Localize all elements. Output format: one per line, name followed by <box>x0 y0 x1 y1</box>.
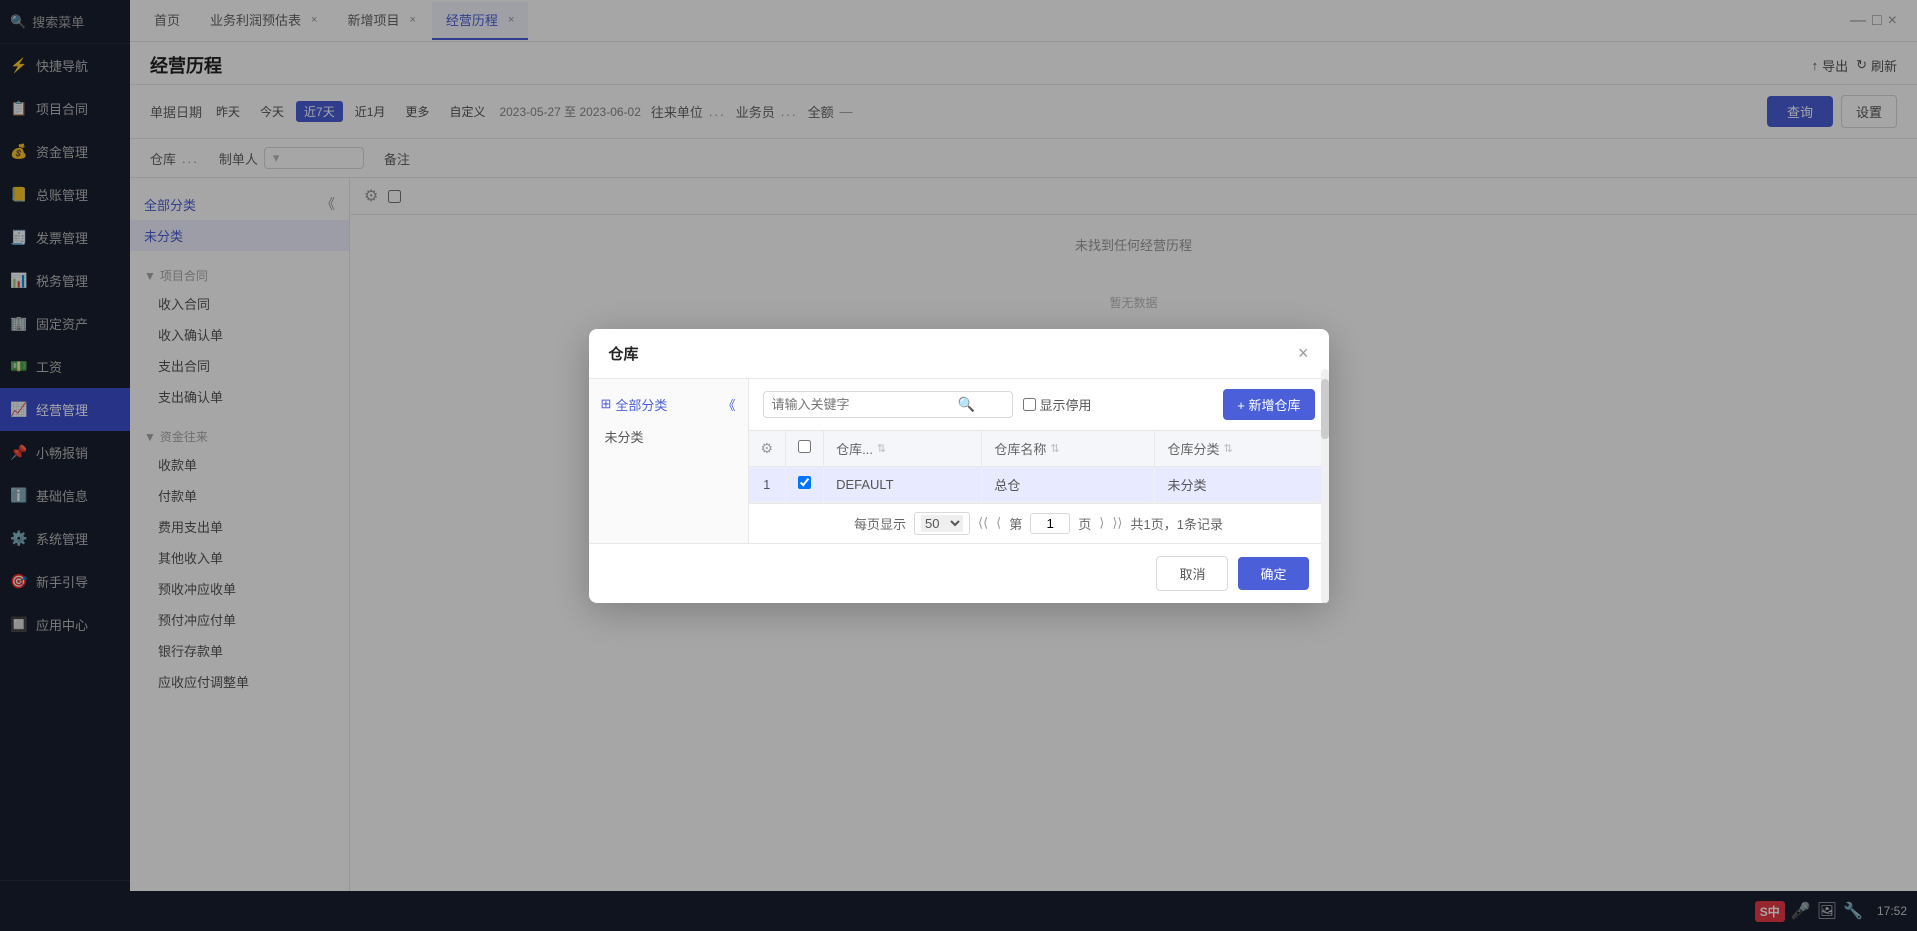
modal-prev-btn[interactable]: ⟨ <box>996 515 1001 531</box>
modal-page-size-select-wrap[interactable]: 50 100 <box>914 512 970 535</box>
row-checkbox-cell[interactable] <box>786 466 824 502</box>
modal-pagination: 每页显示 50 100 ⟨⟨ ⟨ 第 页 ⟩ ⟩⟩ 共1页，1条记录 <box>749 503 1329 543</box>
modal-toolbar: 🔍 显示停用 + 新增仓库 <box>749 379 1329 431</box>
modal-next-btn[interactable]: ⟩ <box>1099 515 1104 531</box>
sort-name-icon: ⇅ <box>1050 442 1059 455</box>
show-disabled-label[interactable]: 显示停用 <box>1023 395 1092 414</box>
modal-page-label: 第 <box>1009 514 1022 533</box>
warehouse-modal: 仓库 × ⊞ 全部分类 《 未分类 <box>589 329 1329 603</box>
col-name[interactable]: 仓库名称 ⇅ <box>982 431 1155 467</box>
modal-page-size-label: 每页显示 <box>854 514 906 533</box>
modal-search-input[interactable] <box>772 397 952 412</box>
modal-grid-icon: ⊞ <box>601 396 612 412</box>
sort-category-icon: ⇅ <box>1223 442 1232 455</box>
table-row[interactable]: 1 DEFAULT 总仓 未分 <box>749 466 1329 502</box>
modal-table: ⚙ 仓库... ⇅ <box>749 431 1329 503</box>
modal-title: 仓库 <box>609 343 639 364</box>
row-category: 未分类 <box>1155 466 1328 502</box>
cancel-button[interactable]: 取消 <box>1156 556 1228 591</box>
modal-first-btn[interactable]: ⟨⟨ <box>978 515 988 531</box>
table-select-all[interactable] <box>798 440 811 453</box>
modal-left-panel: ⊞ 全部分类 《 未分类 <box>589 379 749 543</box>
modal-body: ⊞ 全部分类 《 未分类 🔍 <box>589 379 1329 543</box>
modal-total: 共1页，1条记录 <box>1131 514 1223 533</box>
modal-last-btn[interactable]: ⟩⟩ <box>1112 515 1122 531</box>
modal-header: 仓库 × <box>589 329 1329 379</box>
modal-page-size-select[interactable]: 50 100 <box>921 515 963 532</box>
col-code[interactable]: 仓库... ⇅ <box>824 431 982 467</box>
show-disabled-checkbox[interactable] <box>1023 398 1036 411</box>
sort-code-icon: ⇅ <box>877 442 886 455</box>
modal-search-box[interactable]: 🔍 <box>763 391 1013 418</box>
modal-uncategorized-item[interactable]: 未分类 <box>589 420 748 453</box>
modal-table-wrap: ⚙ 仓库... ⇅ <box>749 431 1329 503</box>
col-category[interactable]: 仓库分类 ⇅ <box>1155 431 1328 467</box>
modal-main: 🔍 显示停用 + 新增仓库 ⚙ <box>749 379 1329 543</box>
row-name: 总仓 <box>982 466 1155 502</box>
confirm-button[interactable]: 确定 <box>1238 557 1308 590</box>
modal-left-header[interactable]: ⊞ 全部分类 《 <box>589 389 748 420</box>
modal-table-head: ⚙ 仓库... ⇅ <box>749 431 1329 467</box>
row-code: DEFAULT <box>824 466 982 502</box>
row-checkbox[interactable] <box>798 476 811 489</box>
col-settings: ⚙ <box>749 431 786 467</box>
row-num: 1 <box>749 466 786 502</box>
modal-footer-actions: 取消 确定 <box>589 543 1329 603</box>
modal-left-title: 全部分类 <box>615 395 667 414</box>
modal-search-icon: 🔍 <box>958 396 975 413</box>
modal-page-num-input[interactable] <box>1030 513 1070 534</box>
modal-left-toggle[interactable]: 《 <box>722 395 735 414</box>
col-checkbox <box>786 431 824 467</box>
modal-close-btn[interactable]: × <box>1298 343 1309 364</box>
modal-table-body: 1 DEFAULT 总仓 未分 <box>749 466 1329 502</box>
modal-page-end: 页 <box>1078 514 1091 533</box>
add-warehouse-btn[interactable]: + 新增仓库 <box>1223 389 1314 420</box>
